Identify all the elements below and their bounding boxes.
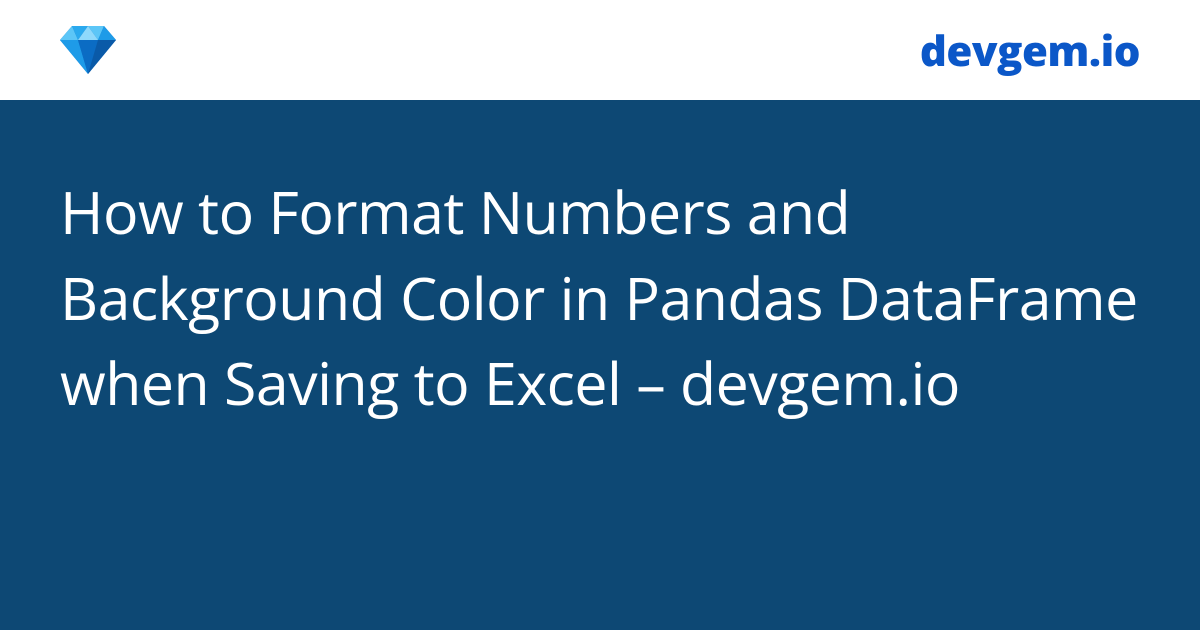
gem-icon bbox=[60, 22, 116, 78]
brand-name: devgem.io bbox=[920, 22, 1140, 79]
content-area: How to Format Numbers and Background Col… bbox=[0, 100, 1200, 630]
header-bar: devgem.io bbox=[0, 0, 1200, 100]
page-title: How to Format Numbers and Background Col… bbox=[60, 170, 1140, 427]
